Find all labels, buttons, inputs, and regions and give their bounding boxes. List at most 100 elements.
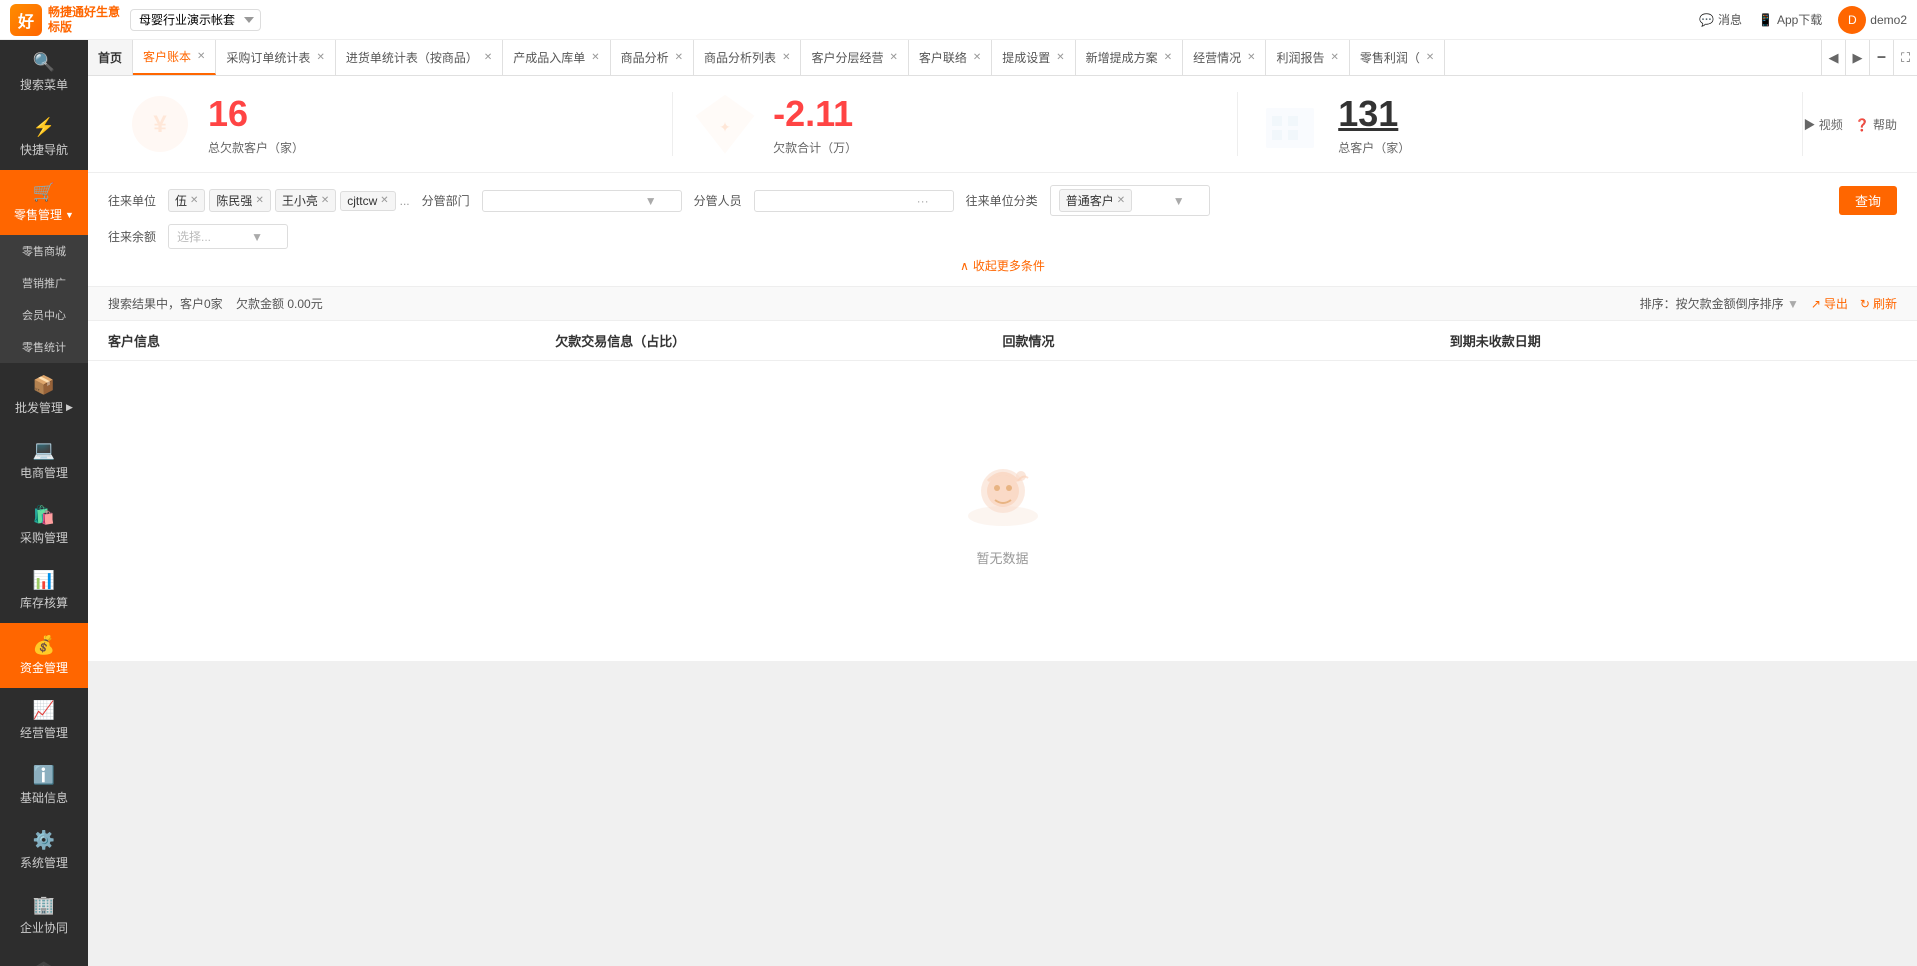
unit-label: 往来单位	[108, 192, 156, 209]
sidebar-item-label: 基础信息	[0, 789, 88, 806]
filter-more-btn[interactable]: ...	[400, 194, 410, 208]
tab-close-icon[interactable]: ✕	[973, 52, 981, 63]
tab-close-icon[interactable]: ✕	[889, 52, 897, 63]
tab-close-icon[interactable]: ✕	[591, 52, 599, 63]
sidebar-item-enterprise[interactable]: 🏢 企业协同	[0, 883, 88, 948]
sidebar-item-system[interactable]: ⚙️ 系统管理	[0, 818, 88, 883]
tag-close-cjttcw[interactable]: ✕	[380, 195, 388, 206]
sort-label[interactable]: 排序：按欠款金额倒序排序 ▼	[1640, 295, 1799, 312]
stat-text-debt: -2.11 欠款合计（万）	[773, 93, 857, 156]
person-select[interactable]: ···	[754, 190, 954, 212]
tab-label: 采购订单统计表	[226, 49, 310, 66]
download-btn[interactable]: 📱 App下载	[1758, 11, 1822, 28]
tag-close-wu[interactable]: ✕	[190, 195, 198, 206]
sidebar-item-finance[interactable]: 💰 资金管理	[0, 623, 88, 688]
tab-close-icon[interactable]: ✕	[316, 52, 324, 63]
sidebar-item-label: 零售商城	[0, 243, 88, 259]
tab-label: 商品分析	[621, 49, 669, 66]
tab-new-boost[interactable]: 新增提成方案 ✕	[1076, 40, 1183, 75]
tab-bar-inner: 首页 客户账本 ✕ 采购订单统计表 ✕ 进货单统计表（按商品） ✕	[88, 40, 1821, 75]
money-circle-icon: ¥	[128, 92, 192, 156]
tab-retail-profit[interactable]: 零售利润（ ✕	[1350, 40, 1445, 75]
ecommerce-icon: 💻	[0, 440, 88, 461]
sidebar-item-search[interactable]: 🔍 搜索菜单	[0, 40, 88, 105]
tab-close-icon[interactable]: ✕	[197, 51, 205, 62]
stat-value-debt: -2.11	[773, 93, 857, 135]
sidebar-item-base-info[interactable]: ℹ️ 基础信息	[0, 753, 88, 818]
chevron-right-icon: ▶	[66, 402, 73, 413]
sidebar-item-business[interactable]: 📈 经营管理	[0, 688, 88, 753]
sidebar-item-batch[interactable]: 📦 批发管理 ▶	[0, 363, 88, 428]
batch-icon: 📦	[0, 375, 88, 396]
tab-label: 提成设置	[1002, 49, 1050, 66]
remainder-label: 往来余额	[108, 228, 156, 245]
download-icon: 📱	[1758, 13, 1773, 27]
sidebar-item-new-guide[interactable]: 🎓 新手引导	[0, 948, 88, 966]
sidebar-item-retail-stats[interactable]: 零售统计	[0, 331, 88, 363]
refresh-icon: ↻	[1860, 297, 1870, 311]
tab-home[interactable]: 首页	[88, 40, 133, 75]
unit-tags: 伍 ✕ 陈民强 ✕ 王小亮 ✕	[168, 189, 410, 212]
tab-close-icon[interactable]: ✕	[1426, 52, 1434, 63]
export-btn[interactable]: ↗ 导出	[1811, 295, 1848, 312]
tab-purchase-stats[interactable]: 进货单统计表（按商品） ✕	[336, 40, 503, 75]
tab-product-analysis-list[interactable]: 商品分析列表 ✕	[694, 40, 801, 75]
tab-business-status[interactable]: 经营情况 ✕	[1183, 40, 1266, 75]
tab-accounts[interactable]: 客户账本 ✕	[133, 40, 216, 75]
tab-boost-settings[interactable]: 提成设置 ✕	[992, 40, 1075, 75]
tab-profit-report[interactable]: 利润报告 ✕	[1266, 40, 1349, 75]
category-label: 往来单位分类	[966, 192, 1038, 209]
tab-customer-contact[interactable]: 客户联络 ✕	[909, 40, 992, 75]
remainder-select[interactable]: 选择... ▼	[168, 224, 288, 249]
sidebar-item-inventory[interactable]: 📊 库存核算	[0, 558, 88, 623]
account-select[interactable]: 母婴行业演示帐套	[130, 9, 261, 31]
sidebar-item-retail-mall[interactable]: 零售商城	[0, 235, 88, 267]
tab-purchase-order[interactable]: 采购订单统计表 ✕	[216, 40, 335, 75]
user-area[interactable]: D demo2	[1838, 6, 1907, 34]
tab-close-icon[interactable]: ✕	[1331, 52, 1339, 63]
category-select[interactable]: 普通客户 ✕ ▼	[1050, 185, 1210, 216]
stat-block-customers: ¥ 16 总欠款客户（家）	[108, 92, 673, 156]
tab-close-icon[interactable]: ✕	[484, 52, 492, 63]
collapse-btn[interactable]: ∧ 收起更多条件	[960, 257, 1045, 274]
search-btn[interactable]: 查询	[1839, 186, 1897, 215]
tab-customer-layer[interactable]: 客户分层经营 ✕	[801, 40, 908, 75]
tag-close-normal[interactable]: ✕	[1117, 195, 1125, 206]
tag-close-wang[interactable]: ✕	[321, 195, 329, 206]
help-link[interactable]: ❓ 帮助	[1855, 116, 1897, 133]
tab-minimize-btn[interactable]: 🗕	[1869, 40, 1893, 76]
system-icon: ⚙️	[0, 830, 88, 851]
inventory-icon: 📊	[0, 570, 88, 591]
tab-product-analysis[interactable]: 商品分析 ✕	[611, 40, 694, 75]
tab-close-icon[interactable]: ✕	[1164, 52, 1172, 63]
tab-expand-btn[interactable]: ⛶	[1893, 40, 1917, 76]
tab-cost-storage[interactable]: 产成品入库单 ✕	[503, 40, 610, 75]
refresh-btn[interactable]: ↻ 刷新	[1860, 295, 1897, 312]
sidebar-item-member[interactable]: 会员中心	[0, 299, 88, 331]
sidebar-item-purchase[interactable]: 🛍️ 采购管理	[0, 493, 88, 558]
video-link[interactable]: ▶ 视频	[1803, 116, 1842, 133]
tag-close-chen[interactable]: ✕	[255, 195, 263, 206]
sidebar-item-retail[interactable]: 🛒 零售管理 ▼	[0, 170, 88, 235]
department-select[interactable]: ▼	[482, 190, 682, 212]
tab-close-icon[interactable]: ✕	[1247, 52, 1255, 63]
business-icon: 📈	[0, 700, 88, 721]
tab-prev-btn[interactable]: ◀	[1821, 40, 1845, 76]
sidebar-item-label: 营销推广	[0, 275, 88, 291]
tab-close-icon[interactable]: ✕	[1056, 52, 1064, 63]
sidebar-item-quick-nav[interactable]: ⚡ 快捷导航	[0, 105, 88, 170]
tab-close-icon[interactable]: ✕	[782, 52, 790, 63]
tab-close-icon[interactable]: ✕	[675, 52, 683, 63]
retail-icon: 🛒	[0, 182, 88, 203]
tab-label: 新增提成方案	[1086, 49, 1158, 66]
sidebar-item-marketing[interactable]: 营销推广	[0, 267, 88, 299]
col-customer-info: 客户信息	[108, 331, 555, 350]
stat-block-debt: ✦ -2.11 欠款合计（万）	[673, 92, 1238, 156]
top-bar-right: 💬 消息 📱 App下载 D demo2	[1699, 6, 1907, 34]
message-btn[interactable]: 💬 消息	[1699, 11, 1742, 28]
tab-next-btn[interactable]: ▶	[1845, 40, 1869, 76]
top-bar: 好 畅捷通好生意 标版 母婴行业演示帐套 💬 消息 📱 App下载 D demo…	[0, 0, 1917, 40]
person-label: 分管人员	[694, 192, 742, 209]
sidebar-item-ecommerce[interactable]: 💻 电商管理	[0, 428, 88, 493]
stat-help-area: ▶ 视频 ❓ 帮助	[1803, 92, 1897, 156]
